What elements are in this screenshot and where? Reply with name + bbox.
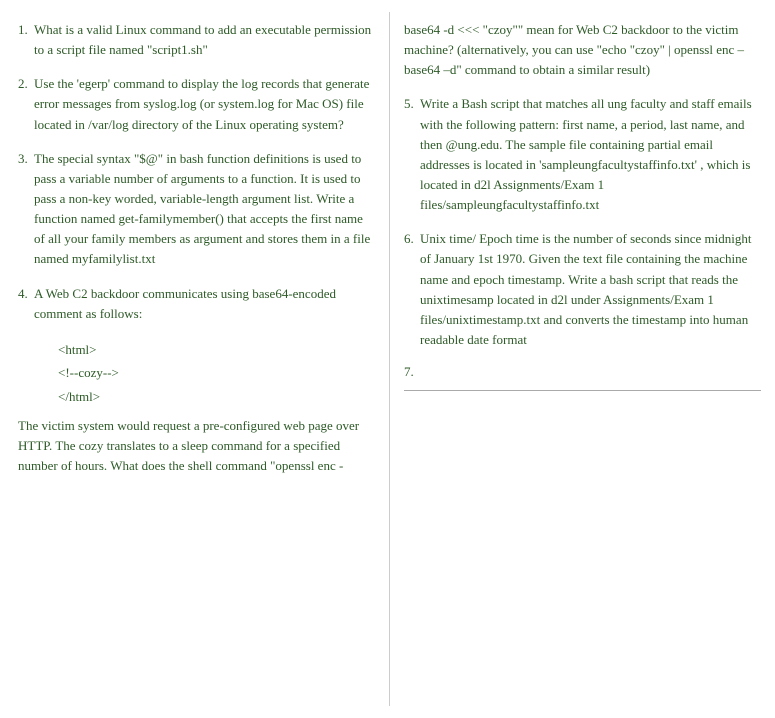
q4-text: A Web C2 backdoor communicates using bas… [34,284,375,324]
question-1: 1. What is a valid Linux command to add … [18,20,375,60]
q2-number: 2. [18,74,34,134]
q6-number: 6. [404,229,420,350]
question-3: 3. The special syntax "$@" in bash funct… [18,149,375,270]
code-block: <html> <!--cozy--> </html> [48,338,375,408]
q6-text: Unix time/ Epoch time is the number of s… [420,229,761,350]
q3-number: 3. [18,149,34,270]
q1-text: What is a valid Linux command to add an … [34,20,375,60]
q4-continuation: base64 -d <<< "czoy"" mean for Web C2 ba… [404,20,761,80]
q3-text: The special syntax "$@" in bash function… [34,149,375,270]
q1-number: 1. [18,20,34,60]
question-5: 5. Write a Bash script that matches all … [404,94,761,215]
q4-number: 4. [18,284,34,324]
right-column: base64 -d <<< "czoy"" mean for Web C2 ba… [390,12,775,706]
code-line-1: <html> [58,338,375,361]
q7-number: 7. [404,364,414,379]
code-line-3: </html> [58,385,375,408]
question-4: 4. A Web C2 backdoor communicates using … [18,284,375,324]
left-column: 1. What is a valid Linux command to add … [0,12,390,706]
bottom-divider [404,390,761,391]
code-line-2: <!--cozy--> [58,361,375,384]
question-6: 6. Unix time/ Epoch time is the number o… [404,229,761,350]
q5-text: Write a Bash script that matches all ung… [420,94,761,215]
bottom-text: The victim system would request a pre-co… [18,416,375,476]
question-7: 7. [404,364,761,380]
q4-cont-text: base64 -d <<< "czoy"" mean for Web C2 ba… [404,22,744,77]
q5-number: 5. [404,94,420,215]
question-2: 2. Use the 'egerp' command to display th… [18,74,375,134]
q2-text: Use the 'egerp' command to display the l… [34,74,375,134]
